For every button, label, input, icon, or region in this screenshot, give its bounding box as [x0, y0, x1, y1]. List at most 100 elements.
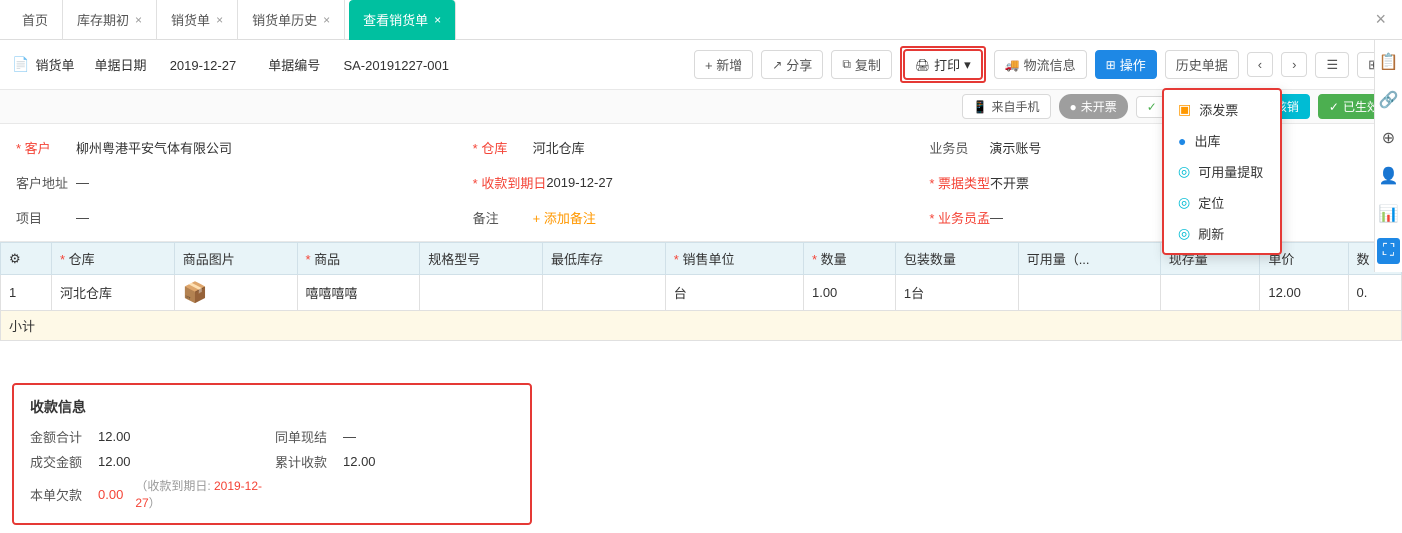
note-label: 备注	[473, 208, 533, 227]
sidebar-user-icon[interactable]: 👤	[1375, 162, 1402, 190]
menu-refresh[interactable]: ◎ 刷新	[1164, 218, 1280, 249]
tab-sales[interactable]: 销货单 ×	[157, 0, 238, 40]
from-phone-button[interactable]: 📱 来自手机	[962, 94, 1051, 119]
tab-close-sales[interactable]: ×	[216, 13, 223, 27]
overdue-row: 本单欠款 0.00 （收款到期日: 2019-12-27）	[30, 477, 269, 511]
sidebar-add-icon[interactable]: ⊕	[1378, 124, 1399, 152]
doc-icon: 📄	[12, 56, 29, 73]
row-warehouse: 河北仓库	[51, 275, 174, 311]
col-unit: * 销售单位	[665, 243, 803, 275]
copy-icon: ⧉	[842, 57, 851, 72]
window-close-button[interactable]: ×	[1367, 9, 1394, 30]
row-image: 📦	[174, 275, 297, 311]
prev-button[interactable]: ‹	[1247, 52, 1273, 77]
print-icon: 🖨	[915, 58, 930, 72]
customer-label: * 客户	[16, 138, 76, 157]
salesperson2-label: * 业务员孟	[929, 208, 990, 227]
not-opened-button[interactable]: ● 未开票	[1059, 94, 1128, 119]
col-spec: 规格型号	[420, 243, 543, 275]
copy-button[interactable]: ⧉ 复制	[831, 50, 892, 79]
outbound-icon: ●	[1178, 133, 1186, 149]
row-spec	[420, 275, 543, 311]
col-product: * 商品	[297, 243, 420, 275]
print-button[interactable]: 🖨 打印 ▾	[903, 49, 983, 80]
customer-value: 柳州粤港平安气体有限公司	[76, 138, 232, 157]
logistics-icon: 🚚	[1005, 58, 1020, 72]
add-invoice-icon: ▣	[1178, 101, 1191, 118]
new-button[interactable]: + 新增	[694, 50, 753, 79]
subtotal-label: 小计	[1, 311, 1402, 341]
project-row: 项目 —	[16, 204, 473, 231]
view-list-button[interactable]: ☰	[1315, 52, 1349, 78]
sidebar-copy-icon[interactable]: 📋	[1375, 48, 1402, 76]
tab-inventory[interactable]: 库存期初 ×	[63, 0, 157, 40]
history-button[interactable]: 历史单据	[1165, 50, 1239, 79]
salesperson2-value: —	[990, 210, 1003, 225]
number-label: 单据编号 SA-20191227-001	[268, 55, 465, 74]
doc-type-label: 销货单	[35, 55, 74, 74]
col-available: 可用量（...	[1018, 243, 1160, 275]
add-note-button[interactable]: + 添加备注	[533, 208, 596, 227]
table-row: 1 河北仓库 📦 嘻嘻嘻嘻 台 1.00 1台 12.00 0.	[1, 275, 1402, 311]
not-opened-icon: ●	[1070, 100, 1077, 114]
warehouse-label: * 仓库	[473, 138, 533, 157]
logistics-button[interactable]: 🚚 物流信息	[994, 50, 1087, 79]
refresh-icon: ◎	[1178, 225, 1190, 242]
toolbar: 📄 销货单 单据日期 2019-12-27 单据编号 SA-20191227-0…	[0, 40, 1402, 90]
share-icon: ↗	[772, 58, 782, 72]
address-value: —	[76, 175, 89, 190]
sidebar-link-icon[interactable]: 🔗	[1375, 86, 1402, 114]
menu-available-extract[interactable]: ◎ 可用量提取	[1164, 156, 1280, 187]
salesperson-label: 业务员	[929, 138, 989, 157]
menu-add-invoice[interactable]: ▣ 添发票	[1164, 94, 1280, 125]
overdue-due-date: （收款到期日: 2019-12-27）	[135, 477, 269, 511]
check-icon: ✓	[1147, 100, 1157, 114]
share-button[interactable]: ↗ 分享	[761, 50, 823, 79]
warehouse-row: * 仓库 河北仓库	[473, 134, 930, 161]
print-dropdown-arrow: ▾	[964, 57, 971, 73]
tab-close-sales-history[interactable]: ×	[323, 13, 330, 27]
salesperson2-row: * 业务员孟 —	[929, 204, 1386, 231]
tab-close-inventory[interactable]: ×	[135, 13, 142, 27]
warehouse-value: 河北仓库	[533, 138, 585, 157]
effective-check-icon: ✓	[1329, 100, 1339, 114]
date-label: 单据日期 2019-12-27	[94, 55, 252, 74]
menu-locate[interactable]: ◎ 定位	[1164, 187, 1280, 218]
toolbar-actions: + 新增 ↗ 分享 ⧉ 复制 🖨 打印 ▾ 🚚 物流信息	[694, 46, 1390, 83]
operations-button[interactable]: ⊞ 操作	[1095, 50, 1157, 79]
payment-info-box: 收款信息 金额合计 12.00 同单现结 — 成交金额 12.00 累计收款 1…	[12, 383, 532, 525]
total-row: 金额合计 12.00	[30, 427, 269, 446]
tab-sales-history[interactable]: 销货单历史 ×	[238, 0, 345, 40]
due-date-value: 2019-12-27	[546, 175, 613, 190]
ticket-row: * 票据类型 不开票	[929, 169, 1386, 196]
print-highlight-box: 🖨 打印 ▾	[900, 46, 986, 83]
ticket-label: * 票据类型	[929, 173, 990, 192]
row-no: 1	[1, 275, 52, 311]
operations-icon: ⊞	[1106, 58, 1116, 72]
doc-title: 📄 销货单	[12, 55, 74, 74]
phone-icon: 📱	[973, 100, 988, 114]
menu-outbound[interactable]: ● 出库	[1164, 125, 1280, 156]
col-settings[interactable]: ⚙	[1, 243, 52, 275]
due-date-row: * 收款到期日 2019-12-27	[473, 169, 930, 196]
sidebar-chart-icon[interactable]: 📊	[1375, 200, 1402, 228]
payment-info-title: 收款信息	[30, 397, 514, 417]
row-stock	[1160, 275, 1260, 311]
locate-icon: ◎	[1178, 194, 1190, 211]
sidebar-expand-icon[interactable]: ⛶	[1377, 238, 1400, 264]
tab-close-view-sales[interactable]: ×	[434, 13, 441, 27]
project-value: —	[76, 210, 89, 225]
next-button[interactable]: ›	[1281, 52, 1307, 77]
row-min-stock	[543, 275, 666, 311]
salesperson-row: 业务员 演示账号	[929, 134, 1386, 161]
operations-dropdown: ▣ 添发票 ● 出库 ◎ 可用量提取 ◎ 定位 ◎ 刷新	[1162, 88, 1282, 255]
col-qty: * 数量	[803, 243, 895, 275]
row-product: 嘻嘻嘻嘻	[297, 275, 420, 311]
product-table-wrapper: ⚙ * 仓库 商品图片 * 商品 规格型号 最低库存 * 销售单位 * 数量 包…	[0, 242, 1402, 375]
product-image-icon: 📦	[183, 282, 208, 304]
tab-home[interactable]: 首页	[8, 0, 63, 40]
tab-view-sales[interactable]: 查看销货单 ×	[349, 0, 456, 40]
row-unit: 台	[665, 275, 803, 311]
row-qty: 1.00	[803, 275, 895, 311]
tab-bar: 首页 库存期初 × 销货单 × 销货单历史 × 查看销货单 × ×	[0, 0, 1402, 40]
